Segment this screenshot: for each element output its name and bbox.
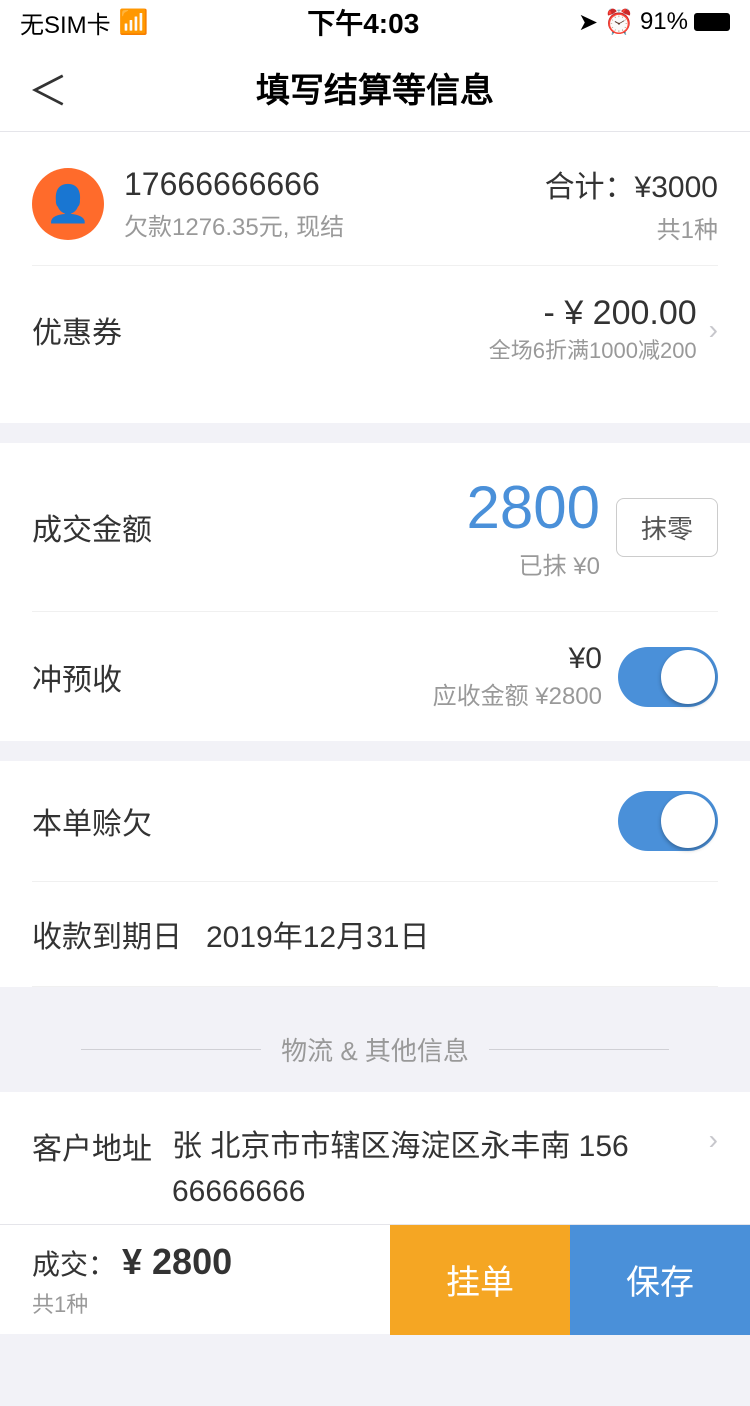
logistics-divider-text: 物流 & 其他信息 bbox=[281, 1031, 469, 1068]
user-left: 👤 17666666666 欠款1276.35元, 现结 bbox=[32, 166, 344, 242]
debt-label: 本单赊欠 bbox=[32, 799, 152, 843]
form-section-debt: 本单赊欠 收款到期日 2019年12月31日 bbox=[0, 761, 750, 987]
separator-2 bbox=[0, 987, 750, 1007]
deal-amount-value: 2800 bbox=[467, 474, 600, 541]
status-bar-left: 无SIM卡 📶 bbox=[20, 5, 149, 40]
status-bar-time: 下午4:03 bbox=[307, 2, 419, 42]
no-sim-text: 无SIM卡 bbox=[20, 5, 111, 40]
round-off-button[interactable]: 抹零 bbox=[616, 498, 718, 557]
debt-row: 本单赊欠 bbox=[32, 761, 718, 882]
avatar-icon: 👤 bbox=[46, 183, 91, 225]
debt-right bbox=[618, 791, 718, 851]
content-area: 👤 17666666666 欠款1276.35元, 现结 合计：¥3000 共1… bbox=[0, 132, 750, 1406]
due-date-row: 收款到期日 2019年12月31日 bbox=[32, 882, 718, 987]
coupon-sub: 全场6折满1000减200 bbox=[489, 333, 697, 365]
coupon-value-block: - ¥ 200.00 全场6折满1000减200 bbox=[489, 294, 697, 365]
prepaid-toggle[interactable] bbox=[618, 647, 718, 707]
user-phone: 17666666666 bbox=[124, 166, 344, 203]
hang-button[interactable]: 挂单 bbox=[390, 1225, 570, 1335]
due-date-value: 2019年12月31日 bbox=[206, 912, 429, 956]
separator-1 bbox=[0, 741, 750, 761]
deal-amount-block: 2800 已抹 ¥0 bbox=[467, 473, 600, 581]
coupon-right: - ¥ 200.00 全场6折满1000减200 › bbox=[489, 294, 718, 365]
status-bar-right: ➤ ⏰ 91% bbox=[578, 8, 730, 37]
location-icon: ➤ bbox=[578, 8, 598, 37]
back-button[interactable]: ＜ bbox=[28, 59, 68, 117]
nav-bar: ＜ 填写结算等信息 bbox=[0, 44, 750, 132]
form-section-deal: 成交金额 2800 已抹 ¥0 抹零 冲预收 ¥0 应收金额 ¥2800 bbox=[0, 443, 750, 741]
prepaid-amount-block: ¥0 应收金额 ¥2800 bbox=[433, 642, 602, 711]
address-chevron-icon: › bbox=[709, 1124, 718, 1156]
deal-amount-sub: 已抹 ¥0 bbox=[467, 546, 600, 581]
deal-amount-right: 2800 已抹 ¥0 抹零 bbox=[467, 473, 719, 581]
user-total: 合计：¥3000 bbox=[545, 162, 718, 206]
hang-button-label: 挂单 bbox=[446, 1255, 514, 1304]
back-icon: ＜ bbox=[28, 70, 68, 114]
prepaid-amount: ¥0 bbox=[433, 642, 602, 676]
deal-amount-label: 成交金额 bbox=[32, 505, 152, 549]
divider-line-left bbox=[81, 1049, 261, 1050]
address-row[interactable]: 客户地址 张 北京市市辖区海淀区永丰南 156 66666666 › bbox=[32, 1092, 718, 1246]
user-right: 合计：¥3000 共1种 bbox=[545, 162, 718, 245]
address-label: 客户地址 bbox=[32, 1124, 152, 1168]
user-count: 共1种 bbox=[545, 210, 718, 245]
user-card-section: 👤 17666666666 欠款1276.35元, 现结 合计：¥3000 共1… bbox=[0, 132, 750, 423]
bottom-bar: 成交： ¥ 2800 共1种 挂单 保存 bbox=[0, 1224, 750, 1334]
bottom-count: 共1种 bbox=[32, 1287, 358, 1319]
debt-toggle[interactable] bbox=[618, 791, 718, 851]
address-section: 客户地址 张 北京市市辖区海淀区永丰南 156 66666666 › bbox=[0, 1092, 750, 1246]
alarm-icon: ⏰ bbox=[604, 8, 634, 37]
bottom-summary: 成交： ¥ 2800 共1种 bbox=[0, 1241, 390, 1319]
coupon-label: 优惠券 bbox=[32, 308, 122, 352]
prepaid-label: 冲预收 bbox=[32, 655, 122, 699]
prepaid-sub: 应收金额 ¥2800 bbox=[433, 676, 602, 711]
due-date-label: 收款到期日 bbox=[32, 912, 182, 956]
bottom-deal-label: 成交： bbox=[32, 1243, 116, 1283]
address-value: 张 北京市市辖区海淀区永丰南 156 66666666 bbox=[172, 1124, 705, 1214]
user-row: 👤 17666666666 欠款1276.35元, 现结 合计：¥3000 共1… bbox=[32, 162, 718, 245]
deal-amount-row: 成交金额 2800 已抹 ¥0 抹零 bbox=[32, 443, 718, 612]
coupon-chevron-icon: › bbox=[709, 314, 718, 346]
coupon-row[interactable]: 优惠券 - ¥ 200.00 全场6折满1000减200 › bbox=[32, 265, 718, 393]
user-info: 17666666666 欠款1276.35元, 现结 bbox=[124, 166, 344, 242]
battery-icon bbox=[694, 13, 730, 31]
status-bar: 无SIM卡 📶 下午4:03 ➤ ⏰ 91% bbox=[0, 0, 750, 44]
avatar: 👤 bbox=[32, 168, 104, 240]
prepaid-row: 冲预收 ¥0 应收金额 ¥2800 bbox=[32, 612, 718, 741]
page-title: 填写结算等信息 bbox=[256, 63, 494, 112]
wifi-icon: 📶 bbox=[119, 8, 149, 37]
bottom-amount: ¥ 2800 bbox=[122, 1241, 232, 1283]
logistics-divider: 物流 & 其他信息 bbox=[0, 1007, 750, 1092]
battery-text: 91% bbox=[640, 8, 688, 36]
save-button-label: 保存 bbox=[626, 1255, 694, 1304]
prepaid-right: ¥0 应收金额 ¥2800 bbox=[433, 642, 718, 711]
user-sub-info: 欠款1276.35元, 现结 bbox=[124, 207, 344, 242]
divider-line-right bbox=[489, 1049, 669, 1050]
coupon-amount: - ¥ 200.00 bbox=[489, 294, 697, 333]
save-button[interactable]: 保存 bbox=[570, 1225, 750, 1335]
